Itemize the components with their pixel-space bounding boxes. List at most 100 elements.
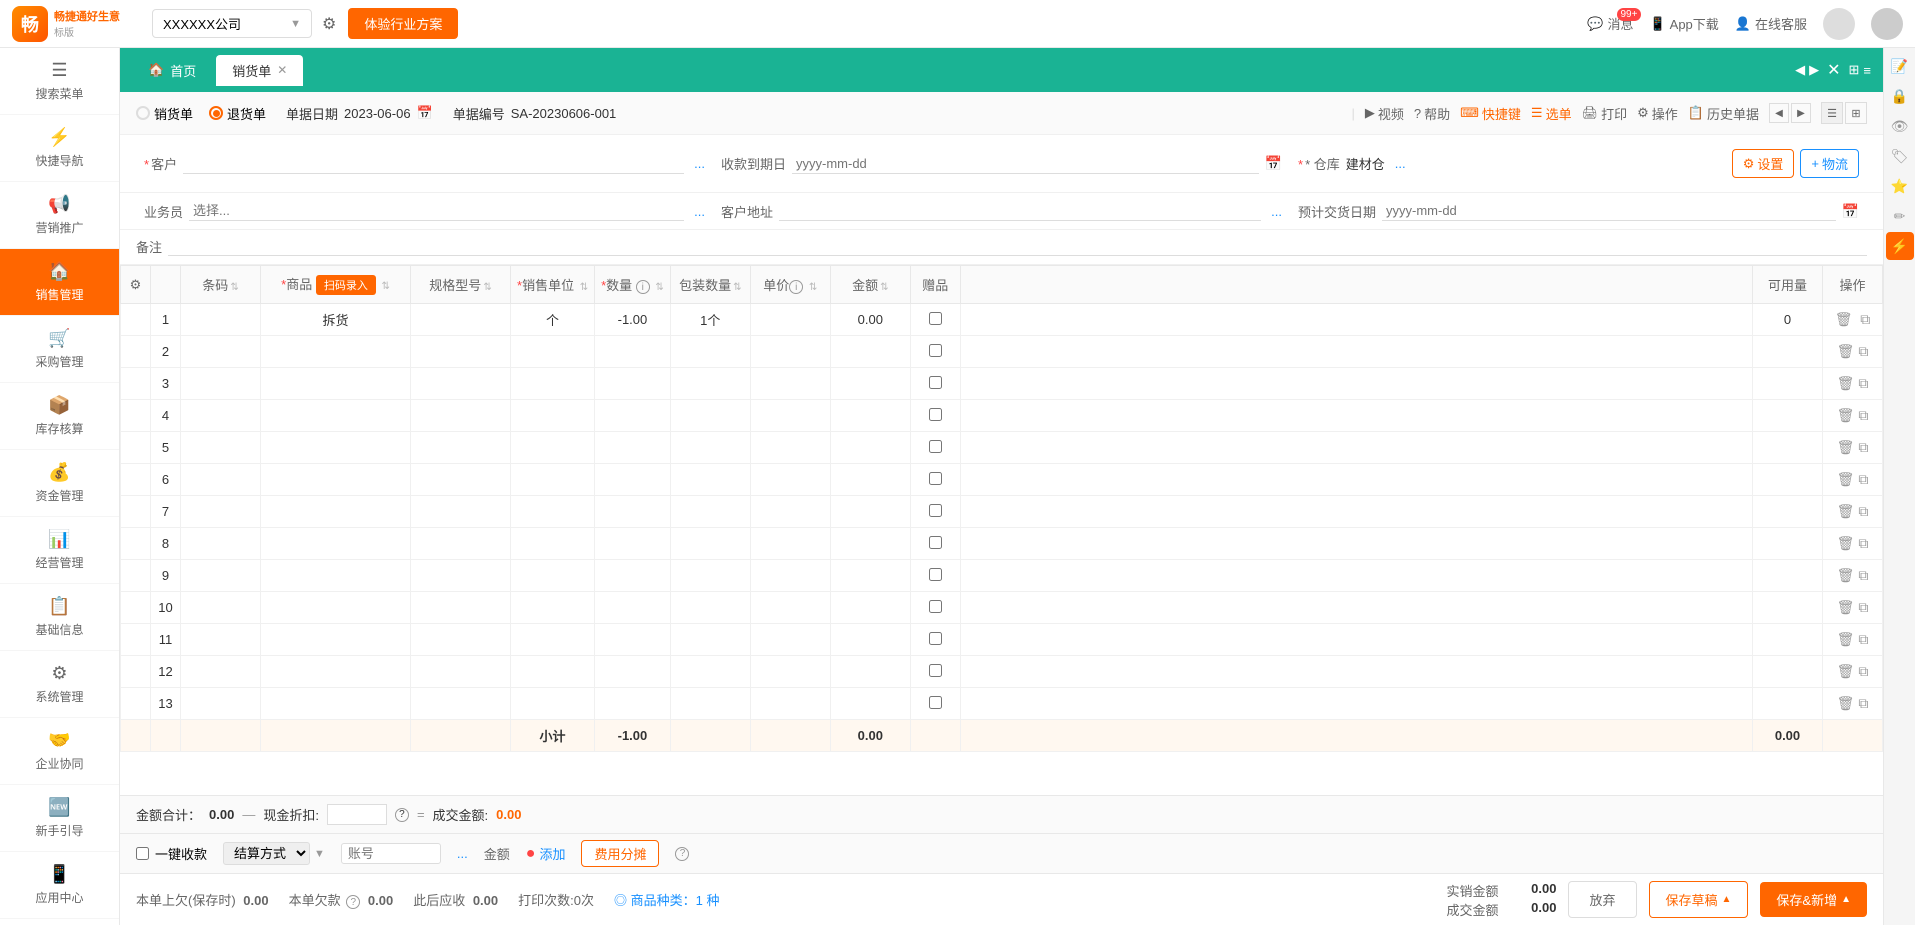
close-all-icon[interactable]: ✕	[1827, 60, 1840, 80]
copy-icon[interactable]: ⧉	[1858, 471, 1868, 487]
add-label[interactable]: 添加	[539, 844, 565, 863]
row-1-gift-check[interactable]	[929, 312, 942, 325]
copy-icon[interactable]: ⧉	[1858, 375, 1868, 391]
row-1-product[interactable]: 拆货	[261, 304, 411, 336]
settle-method-select[interactable]: 结算方式	[223, 842, 310, 865]
row-1-price[interactable]	[750, 304, 830, 336]
warehouse-ellipsis[interactable]: ...	[1395, 156, 1406, 171]
company-select[interactable]: XXXXXX公司 ▼	[152, 9, 312, 38]
row-1-qty[interactable]: -1.00	[595, 304, 671, 336]
tab-sales-order[interactable]: 销货单 ✕	[216, 55, 303, 86]
delete-icon[interactable]: 🗑	[1837, 439, 1855, 455]
list-view-icon[interactable]: ≡	[1863, 63, 1871, 78]
ellipsis-btn[interactable]: ...	[457, 846, 468, 861]
sidebar-item-marketing[interactable]: 📢 营销推广	[0, 182, 119, 249]
delete-icon[interactable]: 🗑	[1837, 599, 1855, 615]
sidebar-item-finance[interactable]: 💰 资金管理	[0, 450, 119, 517]
delete-icon[interactable]: 🗑	[1837, 375, 1855, 391]
customer-input[interactable]	[183, 154, 684, 174]
account-input[interactable]	[341, 843, 441, 864]
delete-icon[interactable]: 🗑	[1837, 695, 1855, 711]
date-calendar-icon[interactable]: 📅	[417, 105, 433, 121]
delete-icon[interactable]: 🗑	[1837, 663, 1855, 679]
operation-btn[interactable]: ⚙ 操作	[1637, 104, 1678, 123]
expected-date-calendar-icon[interactable]: 📅	[1842, 203, 1859, 220]
avatar[interactable]	[1823, 8, 1855, 40]
history-btn[interactable]: 📋 历史单据	[1688, 104, 1759, 123]
copy-icon[interactable]: ⧉	[1858, 439, 1868, 455]
prev-page-btn[interactable]: ◀	[1769, 103, 1789, 123]
rs-icon-star[interactable]: ⭐	[1886, 172, 1914, 200]
copy-icon[interactable]: ⧉	[1858, 663, 1868, 679]
sidebar-item-system[interactable]: ⚙ 系统管理	[0, 651, 119, 718]
table-scroll[interactable]: ⚙ 条码⇅ 商品 扫码录入 ⇅	[120, 265, 1883, 795]
rs-icon-lock[interactable]: 🔒	[1886, 82, 1914, 110]
sidebar-item-operations[interactable]: 📊 经营管理	[0, 517, 119, 584]
sidebar-item-wechat[interactable]: 💬 企业微信	[0, 919, 119, 925]
row-1-pkgqty[interactable]: 1个	[670, 304, 750, 336]
copy-icon[interactable]: ⧉	[1858, 631, 1868, 647]
customer-addr-input[interactable]	[779, 201, 1261, 221]
salesperson-input[interactable]	[189, 201, 684, 221]
sidebar-item-guide[interactable]: 🆕 新手引导	[0, 785, 119, 852]
tab-nav-prev[interactable]: ◀	[1795, 62, 1805, 78]
online-service-button[interactable]: 👤 在线客服	[1735, 14, 1807, 33]
save-draft-button[interactable]: 保存草稿 ▲	[1649, 881, 1749, 918]
sidebar-item-quick-nav[interactable]: ⚡ 快捷导航	[0, 115, 119, 182]
discard-button[interactable]: 放弃	[1568, 881, 1636, 918]
print-btn[interactable]: 🖨 打印	[1582, 104, 1628, 123]
th-settings[interactable]: ⚙	[121, 266, 151, 304]
settings-gear-button[interactable]: ⚙	[322, 14, 336, 34]
rs-icon-orange[interactable]: ⚡	[1886, 232, 1914, 260]
salesperson-ellipsis[interactable]: ...	[694, 204, 705, 219]
copy-icon[interactable]: ⧉	[1858, 599, 1868, 615]
radio-return-order[interactable]: 退货单	[209, 104, 266, 123]
sidebar-item-purchase[interactable]: 🛒 采购管理	[0, 316, 119, 383]
delete-icon[interactable]: 🗑	[1837, 631, 1855, 647]
radio-sales-order[interactable]: 销货单	[136, 104, 193, 123]
scan-button[interactable]: 扫码录入	[316, 275, 376, 295]
row-1-barcode[interactable]	[181, 304, 261, 336]
app-download-button[interactable]: 📱 App下载	[1649, 14, 1718, 33]
row-1-spec[interactable]	[411, 304, 511, 336]
expected-date-input[interactable]	[1382, 201, 1836, 221]
tab-close-icon[interactable]: ✕	[277, 63, 287, 77]
select-btn[interactable]: ☰ 选单	[1531, 104, 1572, 123]
avatar2[interactable]	[1871, 8, 1903, 40]
shortcut-btn[interactable]: ⌨ 快捷键	[1460, 104, 1521, 123]
due-date-calendar-icon[interactable]: 📅	[1265, 155, 1282, 172]
sidebar-item-inventory[interactable]: 📦 库存核算	[0, 383, 119, 450]
sidebar-item-search[interactable]: ☰ 搜索菜单	[0, 48, 119, 115]
row-1-gift[interactable]	[910, 304, 960, 336]
order-settings-button[interactable]: ⚙ 设置	[1732, 149, 1795, 178]
grid-view-btn[interactable]: ⊞	[1845, 102, 1867, 124]
delete-icon[interactable]: 🗑	[1837, 471, 1855, 487]
trial-button[interactable]: 体验行业方案	[348, 8, 458, 39]
copy-icon[interactable]: ⧉	[1858, 535, 1868, 551]
customer-ellipsis[interactable]: ...	[694, 156, 705, 171]
next-page-btn[interactable]: ▶	[1791, 103, 1811, 123]
row-1-unit[interactable]: 个	[511, 304, 595, 336]
delete-icon-row-1[interactable]: 🗑	[1835, 311, 1853, 327]
row-1-amount[interactable]: 0.00	[830, 304, 910, 336]
sidebar-item-sales[interactable]: 🏠 销售管理	[0, 249, 119, 316]
discount-input[interactable]	[327, 804, 387, 825]
one-click-pay-check[interactable]	[136, 847, 149, 860]
rs-icon-tag[interactable]: 🏷	[1886, 142, 1914, 170]
logistics-button[interactable]: + 物流	[1800, 149, 1859, 178]
due-date-input[interactable]	[792, 154, 1259, 174]
delete-icon[interactable]: 🗑	[1837, 503, 1855, 519]
tab-home[interactable]: 🏠 首页	[132, 55, 212, 86]
rs-icon-note[interactable]: 📝	[1886, 52, 1914, 80]
copy-icon-row-1[interactable]: ⧉	[1860, 311, 1870, 327]
copy-icon[interactable]: ⧉	[1858, 503, 1868, 519]
delete-icon[interactable]: 🗑	[1837, 407, 1855, 423]
copy-icon[interactable]: ⧉	[1858, 695, 1868, 711]
copy-icon[interactable]: ⧉	[1858, 567, 1868, 583]
rs-icon-edit[interactable]: ✏	[1886, 202, 1914, 230]
copy-icon[interactable]: ⧉	[1858, 343, 1868, 359]
message-button[interactable]: 💬 消息 99+	[1587, 14, 1633, 33]
delete-icon[interactable]: 🗑	[1837, 535, 1855, 551]
fees-button[interactable]: 费用分摊	[581, 840, 659, 867]
sidebar-item-appstore[interactable]: 📱 应用中心	[0, 852, 119, 919]
